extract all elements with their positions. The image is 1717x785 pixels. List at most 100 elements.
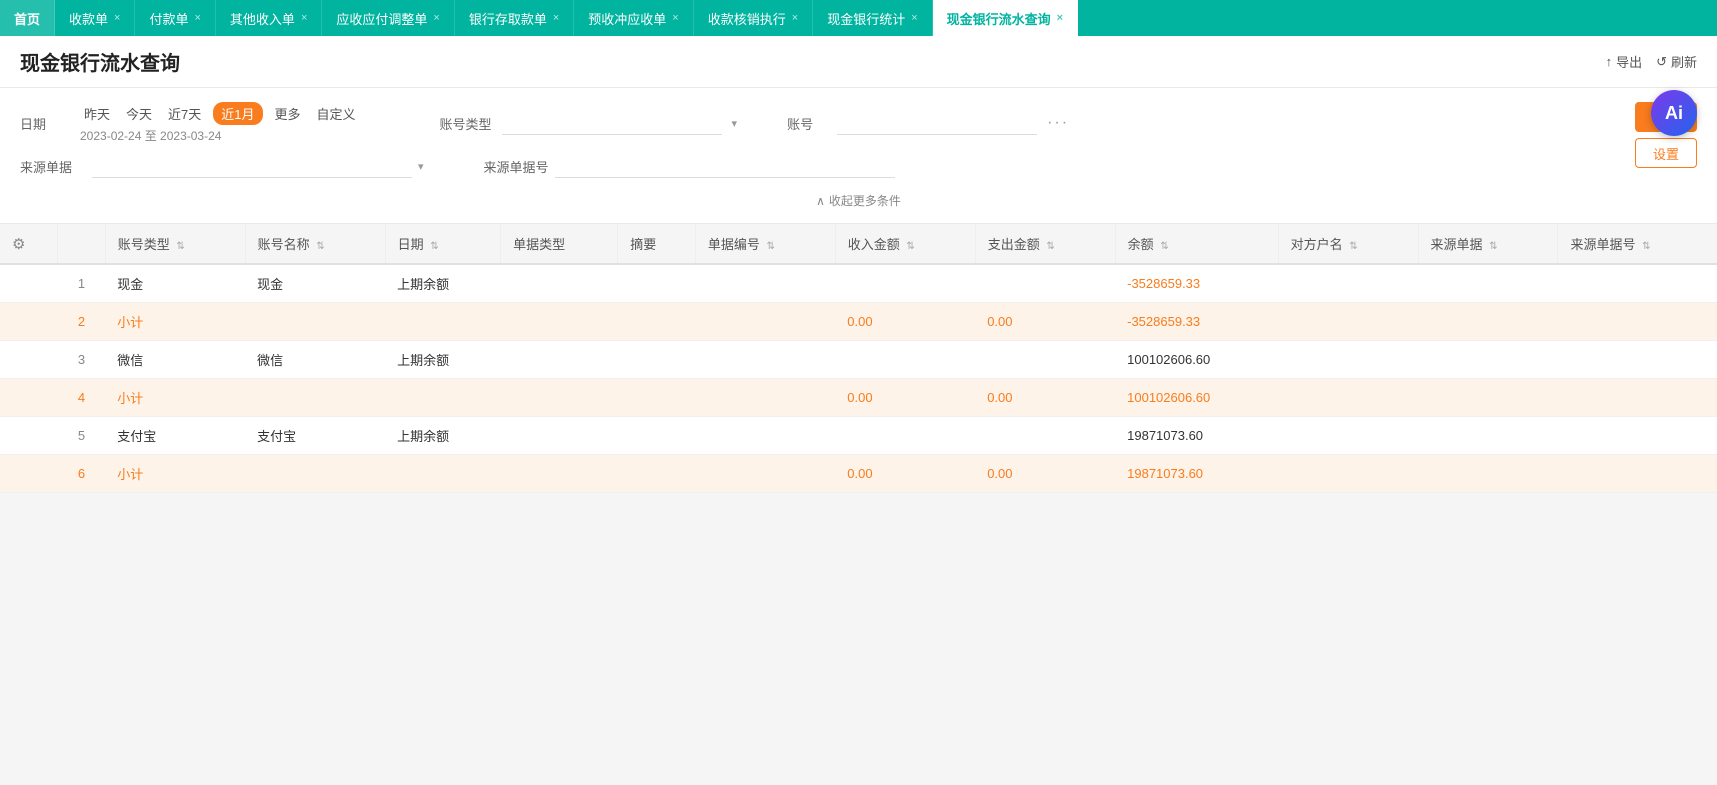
col-counterparty[interactable]: 对方户名 ⇅ [1278, 224, 1418, 264]
col-source-doc-num[interactable]: 来源单据号 ⇅ [1558, 224, 1717, 264]
account-more-icon[interactable]: ··· [1047, 114, 1069, 132]
col-expense[interactable]: 支出金额 ⇅ [975, 224, 1115, 264]
close-icon[interactable]: × [1057, 12, 1063, 24]
col-num [58, 224, 105, 264]
sort-icon: ⇅ [1046, 241, 1054, 252]
col-acct-type[interactable]: 账号类型 ⇅ [105, 224, 245, 264]
cell-source-doc [1418, 417, 1558, 455]
cell-balance: -3528659.33 [1115, 303, 1278, 341]
cell-counterparty [1278, 341, 1418, 379]
date-btn-more[interactable]: 更多 [271, 102, 305, 125]
source-doc-num-input[interactable] [555, 154, 895, 178]
page-title: 现金银行流水查询 [20, 47, 180, 76]
gear-icon[interactable]: ⚙ [12, 236, 25, 253]
account-type-dropdown-icon[interactable]: ▾ [732, 117, 738, 130]
cell-summary [618, 303, 696, 341]
cell-date [385, 379, 501, 417]
source-doc-label: 来源单据 [20, 157, 72, 176]
close-icon[interactable]: × [911, 12, 917, 24]
nav-home[interactable]: 首页 [0, 0, 55, 36]
date-btn-yesterday[interactable]: 昨天 [80, 102, 114, 125]
source-doc-input[interactable] [92, 154, 412, 178]
cell-source-doc-num [1558, 264, 1717, 303]
close-icon[interactable]: × [672, 12, 678, 24]
page-header: 现金银行流水查询 ↑ 导出 ↺ 刷新 [0, 36, 1717, 88]
date-btn-1month[interactable]: 近1月 [213, 102, 262, 125]
account-type-input[interactable] [502, 111, 722, 135]
nav-tab-verify-exec[interactable]: 收款核销执行 × [694, 0, 813, 36]
cell-acct-type: 现金 [105, 264, 245, 303]
refresh-button[interactable]: ↺ 刷新 [1656, 52, 1697, 71]
col-income[interactable]: 收入金额 ⇅ [835, 224, 975, 264]
nav-tab-payment[interactable]: 付款单 × [135, 0, 215, 36]
table-row: 1现金现金上期余额-3528659.33 [0, 264, 1717, 303]
nav-tab-cash-bank-flow[interactable]: 现金银行流水查询 × [933, 0, 1078, 36]
col-balance[interactable]: 余额 ⇅ [1115, 224, 1278, 264]
close-icon[interactable]: × [301, 12, 307, 24]
close-icon[interactable]: × [792, 12, 798, 24]
source-doc-dropdown-icon[interactable]: ▾ [418, 160, 424, 173]
cell-doc-type [501, 379, 618, 417]
col-summary: 摘要 [618, 224, 696, 264]
cell-source-doc [1418, 264, 1558, 303]
cell-acct-type: 小计 [105, 303, 245, 341]
cell-num: 2 [58, 303, 105, 341]
header-actions: ↑ 导出 ↺ 刷新 [1606, 52, 1697, 71]
export-button[interactable]: ↑ 导出 [1606, 52, 1643, 71]
cell-balance: -3528659.33 [1115, 264, 1278, 303]
nav-tab-cash-bank-stats[interactable]: 现金银行统计 × [813, 0, 932, 36]
nav-tab-receipt[interactable]: 收款单 × [55, 0, 135, 36]
cell-summary [618, 341, 696, 379]
cell-summary [618, 455, 696, 493]
nav-tab-other-income[interactable]: 其他收入单 × [216, 0, 322, 36]
date-btn-7days[interactable]: 近7天 [164, 102, 205, 125]
cell-acct-type: 支付宝 [105, 417, 245, 455]
cell-counterparty [1278, 264, 1418, 303]
date-btn-today[interactable]: 今天 [122, 102, 156, 125]
cell-expense: 0.00 [975, 455, 1115, 493]
cell-acct-name [245, 379, 385, 417]
collapse-bar[interactable]: ∧ 收起更多条件 [20, 188, 1697, 213]
cell-doc-num [695, 264, 835, 303]
table-body: 1现金现金上期余额-3528659.332小计0.000.00-3528659.… [0, 264, 1717, 493]
cell-counterparty [1278, 303, 1418, 341]
account-label: 账号 [787, 114, 827, 133]
col-source-doc[interactable]: 来源单据 ⇅ [1418, 224, 1558, 264]
col-acct-name[interactable]: 账号名称 ⇅ [245, 224, 385, 264]
cell-balance: 19871073.60 [1115, 455, 1278, 493]
cell-expense [975, 264, 1115, 303]
cell-gear [0, 417, 58, 455]
settings-button[interactable]: 设置 [1635, 138, 1697, 168]
cell-expense: 0.00 [975, 303, 1115, 341]
cell-num: 4 [58, 379, 105, 417]
cell-balance: 100102606.60 [1115, 379, 1278, 417]
col-doc-num[interactable]: 单据编号 ⇅ [695, 224, 835, 264]
data-table: ⚙ 账号类型 ⇅ 账号名称 ⇅ 日期 ⇅ 单据类型 [0, 224, 1717, 493]
date-btn-custom[interactable]: 自定义 [313, 102, 360, 125]
filter-area: 日期 昨天 今天 近7天 近1月 更多 自定义 2023-02-24 至 202… [0, 88, 1717, 224]
nav-tab-bank-deposit[interactable]: 银行存取款单 × [455, 0, 574, 36]
refresh-icon: ↺ [1656, 54, 1667, 70]
nav-tab-ar-ap-adj[interactable]: 应收应付调整单 × [322, 0, 454, 36]
nav-tab-advance-offset[interactable]: 预收冲应收单 × [574, 0, 693, 36]
account-input[interactable] [837, 111, 1037, 135]
cell-gear [0, 264, 58, 303]
table-container: ⚙ 账号类型 ⇅ 账号名称 ⇅ 日期 ⇅ 单据类型 [0, 224, 1717, 493]
cell-gear [0, 341, 58, 379]
col-date[interactable]: 日期 ⇅ [385, 224, 501, 264]
cell-doc-type [501, 455, 618, 493]
cell-doc-num [695, 455, 835, 493]
cell-acct-name: 微信 [245, 341, 385, 379]
ai-badge[interactable]: Ai [1651, 90, 1697, 136]
close-icon[interactable]: × [433, 12, 439, 24]
close-icon[interactable]: × [553, 12, 559, 24]
cell-counterparty [1278, 417, 1418, 455]
close-icon[interactable]: × [194, 12, 200, 24]
cell-balance: 100102606.60 [1115, 341, 1278, 379]
cell-doc-type [501, 417, 618, 455]
cell-gear [0, 303, 58, 341]
table-header-row: ⚙ 账号类型 ⇅ 账号名称 ⇅ 日期 ⇅ 单据类型 [0, 224, 1717, 264]
cell-income: 0.00 [835, 303, 975, 341]
close-icon[interactable]: × [114, 12, 120, 24]
cell-source-doc-num [1558, 303, 1717, 341]
